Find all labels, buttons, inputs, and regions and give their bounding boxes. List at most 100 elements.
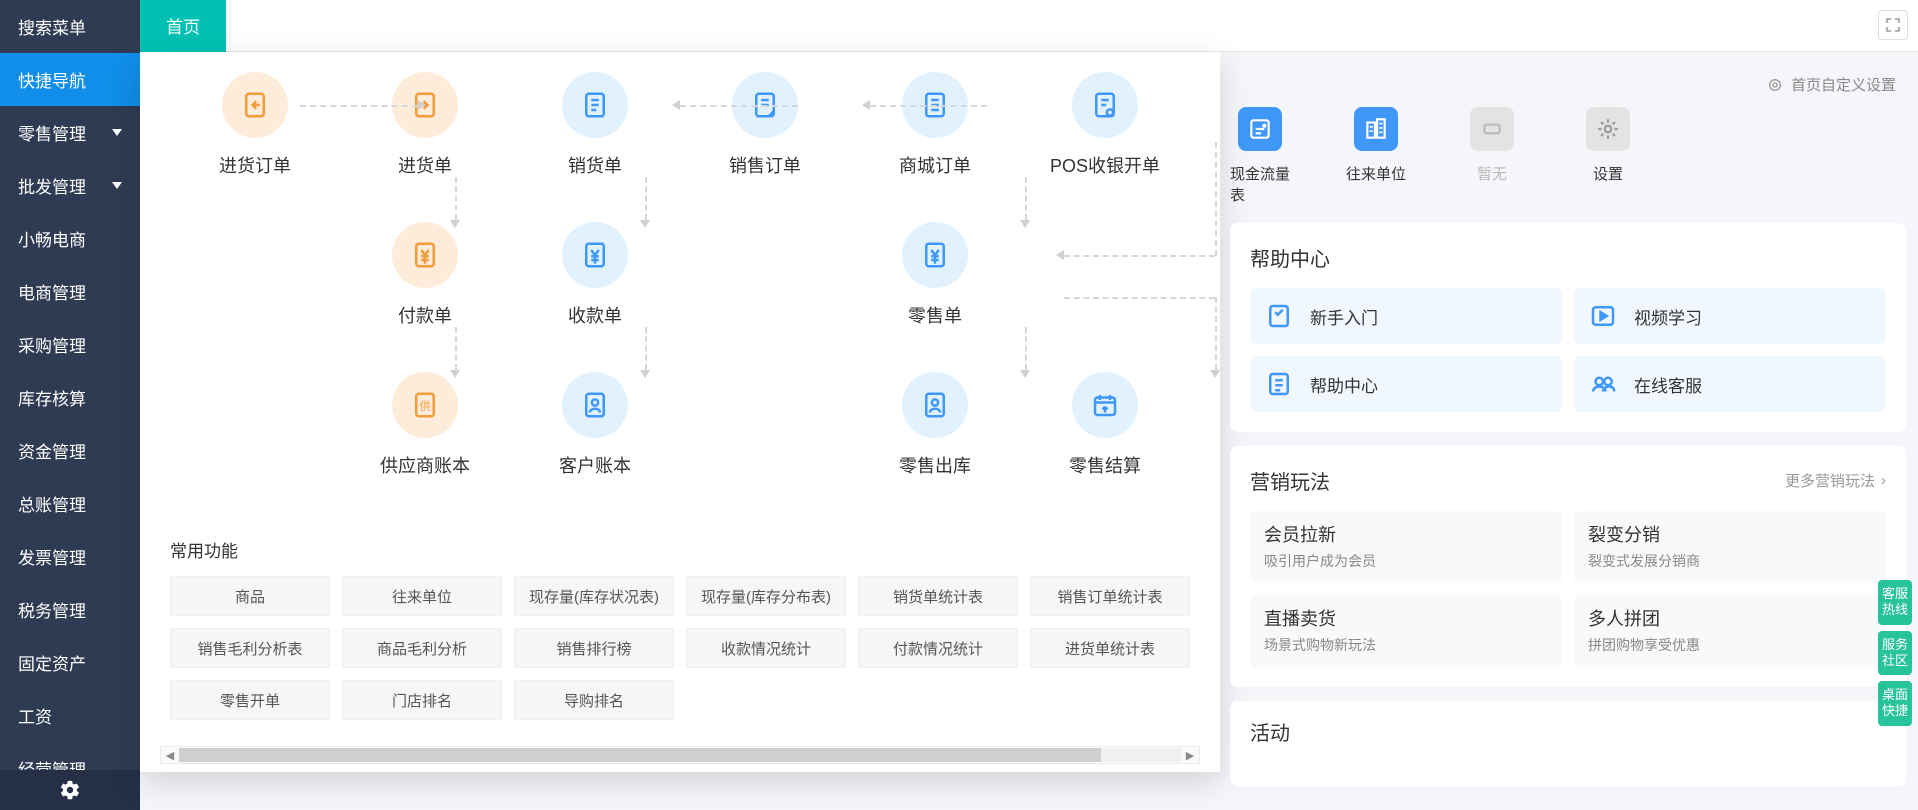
fullscreen-button[interactable]	[1878, 10, 1908, 40]
common-func-14[interactable]: 导购排名	[514, 680, 674, 720]
shortcut-0[interactable]: 现金流量表	[1230, 107, 1290, 205]
sidebar-item-9[interactable]: 总账管理	[0, 477, 140, 530]
flow-node-retail-settle[interactable]: 零售结算	[1020, 372, 1190, 478]
chevron-down-icon	[112, 182, 122, 189]
common-func-7[interactable]: 商品毛利分析	[342, 628, 502, 668]
sidebar-item-label: 快捷导航	[18, 67, 86, 92]
common-func-6[interactable]: 销售毛利分析表	[170, 628, 330, 668]
sidebar-item-label: 税务管理	[18, 597, 86, 622]
scroll-right-button[interactable]: ▶	[1181, 747, 1199, 763]
scroll-left-button[interactable]: ◀	[161, 747, 179, 763]
common-func-8[interactable]: 销售排行榜	[514, 628, 674, 668]
sidebar-item-label: 发票管理	[18, 544, 86, 569]
flow-diagram: 进货订单 进货单 销货单 销售订单 商城订单 POS收银开单 付款单 收款单 零…	[170, 72, 1190, 577]
common-func-2[interactable]: 现存量(库存状况表)	[514, 576, 674, 616]
cashflow-icon	[1238, 107, 1282, 151]
float-buttons: 客服热线 服务社区 桌面快捷	[1878, 580, 1912, 726]
promo-item-1[interactable]: 裂变分销裂变式发展分销商	[1574, 511, 1886, 583]
fullscreen-icon	[1885, 17, 1901, 33]
sidebar-item-5[interactable]: 电商管理	[0, 265, 140, 318]
help-center-title: 帮助中心	[1250, 243, 1330, 272]
sidebar-item-8[interactable]: 资金管理	[0, 424, 140, 477]
sidebar: 搜索菜单快捷导航零售管理批发管理小畅电商电商管理采购管理库存核算资金管理总账管理…	[0, 0, 140, 810]
sidebar-item-0[interactable]: 搜索菜单	[0, 0, 140, 53]
sidebar-item-label: 采购管理	[18, 332, 86, 357]
help-label: 视频学习	[1634, 304, 1702, 329]
home-customize-link[interactable]: 首页自定义设置	[1230, 52, 1906, 105]
promo-title: 直播卖货	[1264, 605, 1548, 631]
float-hotline[interactable]: 客服热线	[1878, 580, 1912, 625]
doc-in-icon	[240, 90, 270, 120]
flow-node-sales-order[interactable]: 销售订单	[680, 72, 850, 178]
scroll-thumb[interactable]	[179, 748, 1101, 762]
help-item-3[interactable]: 在线客服	[1574, 356, 1886, 412]
quick-nav-panel: 进货订单 进货单 销货单 销售订单 商城订单 POS收银开单 付款单 收款单 零…	[140, 52, 1220, 772]
target-icon	[1767, 77, 1783, 93]
flow-node-retail[interactable]: 零售单	[850, 222, 1020, 328]
sidebar-item-1[interactable]: 快捷导航	[0, 53, 140, 106]
flow-node-payment[interactable]: 付款单	[340, 222, 510, 328]
promo-subtitle: 吸引用户成为会员	[1264, 551, 1548, 571]
shortcut-1[interactable]: 往来单位	[1346, 107, 1406, 205]
sidebar-item-label: 搜索菜单	[18, 14, 86, 39]
help-item-2[interactable]: 帮助中心	[1250, 356, 1562, 412]
promo-subtitle: 裂变式发展分销商	[1588, 551, 1872, 571]
shortcut-2[interactable]: 暂无	[1462, 107, 1522, 205]
sidebar-item-13[interactable]: 工资	[0, 689, 140, 742]
shortcut-label: 现金流量表	[1230, 163, 1290, 205]
sidebar-item-6[interactable]: 采购管理	[0, 318, 140, 371]
flow-node-customer-ledger[interactable]: 客户账本	[510, 372, 680, 478]
sidebar-item-4[interactable]: 小畅电商	[0, 212, 140, 265]
sidebar-item-11[interactable]: 税务管理	[0, 583, 140, 636]
promo-item-2[interactable]: 直播卖货场景式购物新玩法	[1250, 595, 1562, 667]
float-desktop[interactable]: 桌面快捷	[1878, 681, 1912, 726]
chevron-down-icon	[112, 129, 122, 136]
list-icon	[580, 90, 610, 120]
sidebar-item-7[interactable]: 库存核算	[0, 371, 140, 424]
sidebar-item-10[interactable]: 发票管理	[0, 530, 140, 583]
scroll-track[interactable]	[179, 748, 1181, 762]
svg-text:供: 供	[419, 399, 430, 413]
flow-node-receipt[interactable]: 收款单	[510, 222, 680, 328]
sidebar-item-2[interactable]: 零售管理	[0, 106, 140, 159]
float-community[interactable]: 服务社区	[1878, 631, 1912, 676]
flow-node-supplier-ledger[interactable]: 供供应商账本	[340, 372, 510, 478]
sidebar-item-12[interactable]: 固定资产	[0, 636, 140, 689]
tab-home[interactable]: 首页	[140, 0, 226, 52]
flow-node-retail-out[interactable]: 零售出库	[850, 372, 1020, 478]
yen3-icon	[920, 240, 950, 270]
shortcut-row: 现金流量表 往来单位暂无设置	[1230, 105, 1906, 223]
sidebar-settings-button[interactable]	[0, 770, 140, 810]
promo-subtitle: 拼团购物享受优惠	[1588, 635, 1872, 655]
flow-node-purchase-order[interactable]: 进货订单	[170, 72, 340, 178]
promo-item-0[interactable]: 会员拉新吸引用户成为会员	[1250, 511, 1562, 583]
help-item-0[interactable]: 新手入门	[1250, 288, 1562, 344]
flow-node-mall-order[interactable]: 商城订单	[850, 72, 1020, 178]
common-func-4[interactable]: 销货单统计表	[858, 576, 1018, 616]
promo-title: 裂变分销	[1588, 521, 1872, 547]
gear-icon	[59, 779, 81, 801]
common-func-10[interactable]: 付款情况统计	[858, 628, 1018, 668]
flow-node-purchase[interactable]: 进货单	[340, 72, 510, 178]
common-func-11[interactable]: 进货单统计表	[1030, 628, 1190, 668]
flow-node-sales[interactable]: 销货单	[510, 72, 680, 178]
promo-subtitle: 场景式购物新玩法	[1264, 635, 1548, 655]
help-icon-3	[1588, 369, 1618, 399]
common-func-9[interactable]: 收款情况统计	[686, 628, 846, 668]
common-func-0[interactable]: 商品	[170, 576, 330, 616]
common-func-5[interactable]: 销售订单统计表	[1030, 576, 1190, 616]
activity-card: 活动	[1230, 701, 1906, 786]
common-func-12[interactable]: 零售开单	[170, 680, 330, 720]
help-item-1[interactable]: 视频学习	[1574, 288, 1886, 344]
sidebar-item-3[interactable]: 批发管理	[0, 159, 140, 212]
flow-node-pos[interactable]: POS收银开单	[1020, 72, 1190, 178]
shortcut-3[interactable]: 设置	[1578, 107, 1638, 205]
sidebar-item-label: 零售管理	[18, 120, 86, 145]
yen2-icon	[580, 240, 610, 270]
marketing-more-link[interactable]: 更多营销玩法›	[1785, 470, 1886, 491]
common-func-3[interactable]: 现存量(库存分布表)	[686, 576, 846, 616]
promo-item-3[interactable]: 多人拼团拼团购物享受优惠	[1574, 595, 1886, 667]
common-func-13[interactable]: 门店排名	[342, 680, 502, 720]
common-func-1[interactable]: 往来单位	[342, 576, 502, 616]
horizontal-scrollbar[interactable]: ◀ ▶	[160, 746, 1200, 764]
